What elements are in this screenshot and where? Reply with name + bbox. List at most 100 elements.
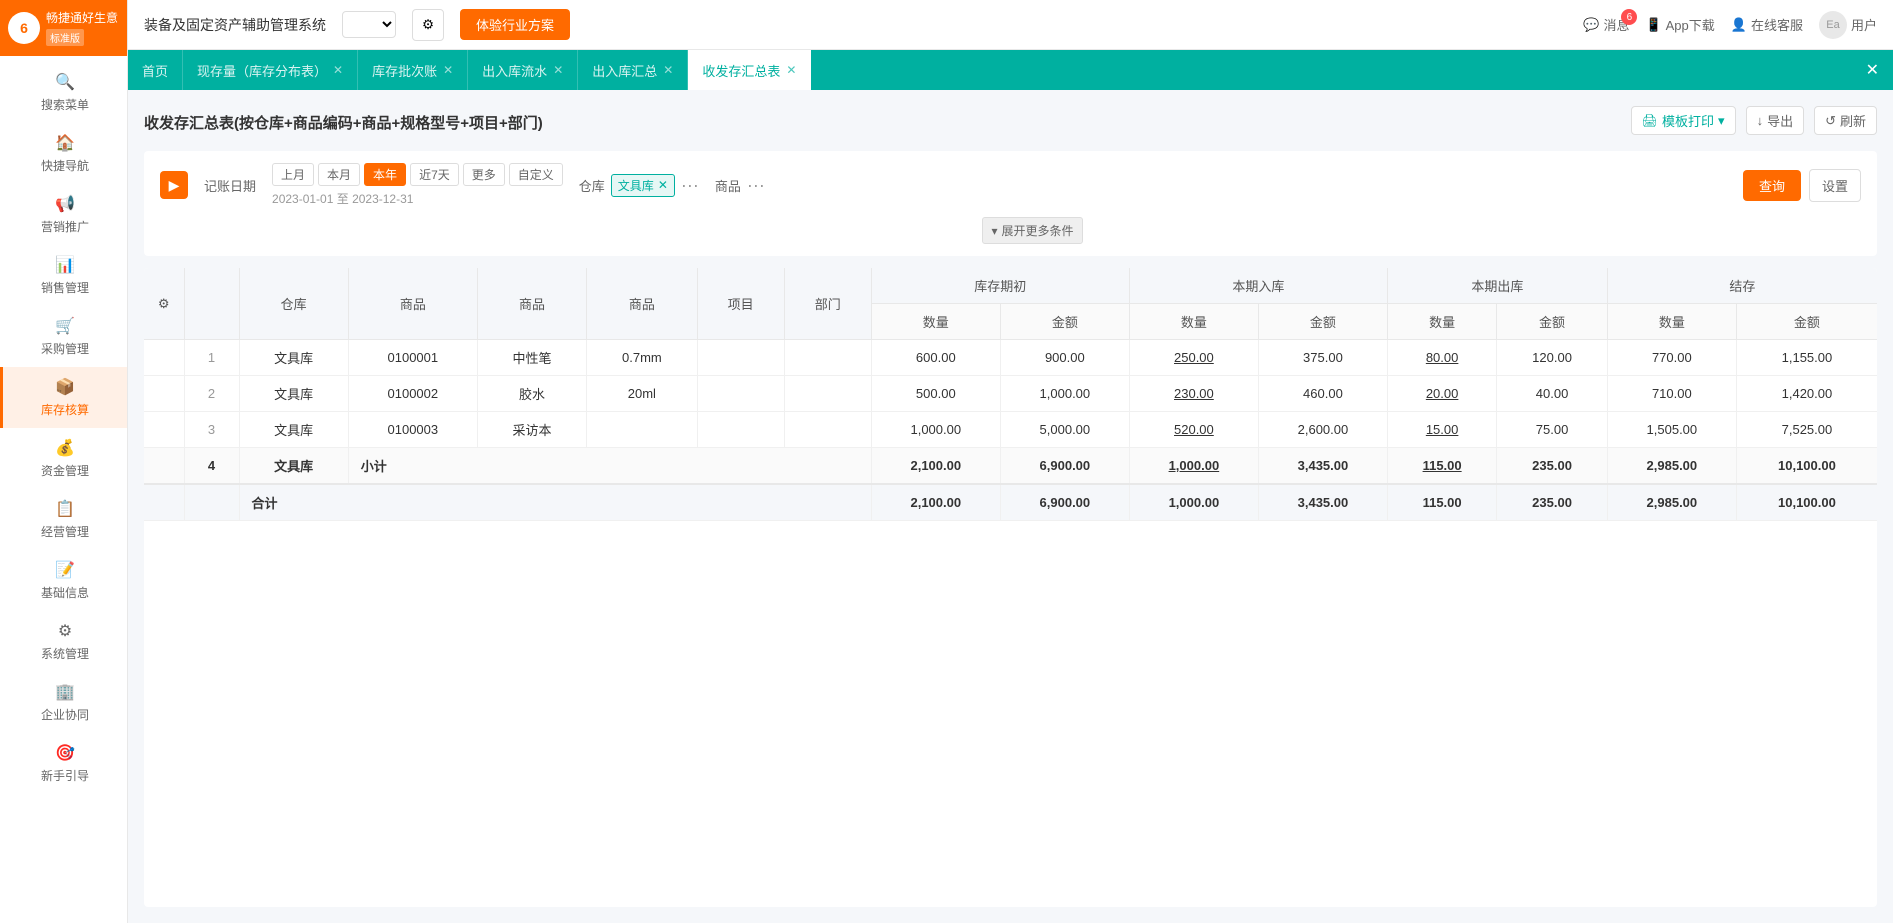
enterprise-icon: 🏢 (55, 682, 75, 702)
row-close-amt: 1,155.00 (1736, 340, 1877, 376)
tab-receipt-summary[interactable]: 收发存汇总表 ✕ (688, 50, 811, 90)
sidebar-item-finance[interactable]: 💰资金管理 (0, 428, 127, 489)
tab-label-flow: 出入库流水 (482, 61, 547, 80)
phone-icon: 📱 (1645, 17, 1661, 33)
sales-icon: 📊 (55, 255, 75, 275)
tab-close-inventory-dist[interactable]: ✕ (333, 63, 343, 77)
warehouse-tag-close[interactable]: ✕ (658, 178, 668, 192)
sidebar-item-sales[interactable]: 📊销售管理 (0, 245, 127, 306)
th-out-amt: 金额 (1497, 304, 1608, 340)
sidebar-item-guide[interactable]: 🎯新手引导 (0, 733, 127, 794)
row-out-qty[interactable]: 80.00 (1387, 340, 1496, 376)
data-table-container: ⚙ 仓库 商品 商品 商品 项目 部门 库存期初 本期入库 本期出库 结存 (144, 268, 1877, 907)
sidebar-item-inventory[interactable]: 📦库存核算 (0, 367, 127, 428)
sub-open-amt: 6,900.00 (1000, 448, 1129, 485)
row-warehouse: 文具库 (239, 340, 348, 376)
top-header: 装备及固定资产辅助管理系统 ⚙ 体验行业方案 💬 消息 6 📱 App下载 👤 … (128, 0, 1893, 50)
user-btn[interactable]: Ea 用户 (1819, 11, 1877, 39)
expand-conditions-button[interactable]: ▾ 展开更多条件 (982, 217, 1082, 244)
base-info-icon: 📝 (55, 560, 75, 580)
total-out-qty: 115.00 (1387, 484, 1496, 521)
row-out-qty[interactable]: 15.00 (1387, 412, 1496, 448)
goods-filter: 商品 ··· (715, 175, 765, 196)
date-btn-本年[interactable]: 本年 (364, 163, 406, 186)
service-icon: 👤 (1731, 17, 1747, 33)
sub-in-amt: 3,435.00 (1258, 448, 1387, 485)
tab-close-flow[interactable]: ✕ (553, 63, 563, 77)
chevron-down-icon: ▾ (1718, 113, 1725, 129)
goods-more-btn[interactable]: ··· (747, 175, 765, 196)
tab-summary[interactable]: 出入库汇总 ✕ (578, 50, 688, 90)
th-inbound: 本期入库 (1129, 268, 1387, 304)
date-btn-本月[interactable]: 本月 (318, 163, 360, 186)
app-download-btn[interactable]: 📱 App下载 (1645, 15, 1714, 34)
th-out-qty: 数量 (1387, 304, 1496, 340)
th-closing: 结存 (1607, 268, 1877, 304)
header-settings-button[interactable]: ⚙ (412, 9, 444, 41)
trial-button[interactable]: 体验行业方案 (460, 9, 570, 40)
th-settings: ⚙ (144, 268, 184, 340)
warehouse-more-btn[interactable]: ··· (681, 175, 699, 196)
row-in-qty[interactable]: 230.00 (1129, 376, 1258, 412)
sub-in-qty[interactable]: 1,000.00 (1129, 448, 1258, 485)
tab-home[interactable]: 首页 (128, 50, 183, 90)
row-close-amt: 7,525.00 (1736, 412, 1877, 448)
th-dept: 部门 (784, 268, 871, 340)
sidebar-item-system[interactable]: ⚙系统管理 (0, 611, 127, 672)
system-title: 装备及固定资产辅助管理系统 (144, 15, 326, 35)
row-in-qty[interactable]: 250.00 (1129, 340, 1258, 376)
refresh-button[interactable]: ↺ 刷新 (1814, 106, 1877, 135)
row-goods-code: 0100003 (348, 412, 477, 448)
sub-out-qty[interactable]: 115.00 (1387, 448, 1496, 485)
warehouse-filter: 仓库 文具库 ✕ ··· (579, 174, 699, 197)
tab-inventory-dist[interactable]: 现存量（库存分布表） ✕ (183, 50, 358, 90)
system-selector[interactable] (342, 11, 396, 38)
sidebar-item-enterprise[interactable]: 🏢企业协同 (0, 672, 127, 733)
row-in-qty[interactable]: 520.00 (1129, 412, 1258, 448)
row-dept (784, 340, 871, 376)
online-service-btn[interactable]: 👤 在线客服 (1731, 15, 1803, 34)
row-index: 1 (184, 340, 239, 376)
messages-btn[interactable]: 💬 消息 6 (1583, 15, 1629, 34)
export-icon: ↓ (1757, 113, 1764, 128)
tab-bar-close-btn[interactable]: ✕ (1852, 60, 1893, 80)
filter-settings-button[interactable]: 设置 (1809, 169, 1861, 202)
messages-badge: 6 (1621, 9, 1637, 25)
th-project: 项目 (697, 268, 784, 340)
date-btn-自定义[interactable]: 自定义 (509, 163, 563, 186)
row-project (697, 376, 784, 412)
sidebar-item-quick-nav[interactable]: 🏠快捷导航 (0, 123, 127, 184)
sub-out-amt: 235.00 (1497, 448, 1608, 485)
tab-batch[interactable]: 库存批次账 ✕ (358, 50, 468, 90)
sidebar-item-marketing[interactable]: 📢营销推广 (0, 184, 127, 245)
row-goods-spec: 20ml (587, 376, 697, 412)
date-btn-近7天[interactable]: 近7天 (410, 163, 459, 186)
filter-toggle-button[interactable]: ▶ (160, 171, 188, 199)
th-open-qty: 数量 (871, 304, 1000, 340)
row-goods-code: 0100002 (348, 376, 477, 412)
tab-close-batch[interactable]: ✕ (443, 63, 453, 77)
row-out-qty[interactable]: 20.00 (1387, 376, 1496, 412)
row-out-amt: 40.00 (1497, 376, 1608, 412)
tab-flow[interactable]: 出入库流水 ✕ (468, 50, 578, 90)
tab-close-summary[interactable]: ✕ (663, 63, 673, 77)
total-out-amt: 235.00 (1497, 484, 1608, 521)
sidebar-item-base-info[interactable]: 📝基础信息 (0, 550, 127, 611)
row-in-amt: 375.00 (1258, 340, 1387, 376)
sidebar-item-purchase[interactable]: 🛒采购管理 (0, 306, 127, 367)
sidebar-item-search[interactable]: 🔍搜索菜单 (0, 62, 127, 123)
query-button[interactable]: 查询 (1743, 170, 1801, 201)
tab-bar: 首页现存量（库存分布表） ✕库存批次账 ✕出入库流水 ✕出入库汇总 ✕收发存汇总… (128, 50, 1893, 90)
sidebar-nav: 🔍搜索菜单🏠快捷导航📢营销推广📊销售管理🛒采购管理📦库存核算💰资金管理📋经营管理… (0, 56, 127, 923)
finance-icon: 💰 (55, 438, 75, 458)
export-button[interactable]: ↓ 导出 (1746, 106, 1805, 135)
subtotal-row: 4 文具库 小计 2,100.00 6,900.00 1,000.00 3,43… (144, 448, 1877, 485)
th-goods-code: 商品 (348, 268, 477, 340)
print-button[interactable]: 🖨 模板打印 ▾ (1631, 106, 1736, 135)
tab-close-receipt-summary[interactable]: ✕ (786, 63, 796, 77)
th-goods-name: 商品 (477, 268, 586, 340)
date-btn-更多[interactable]: 更多 (463, 163, 505, 186)
sidebar-item-business[interactable]: 📋经营管理 (0, 489, 127, 550)
date-btn-上月[interactable]: 上月 (272, 163, 314, 186)
total-in-amt: 3,435.00 (1258, 484, 1387, 521)
